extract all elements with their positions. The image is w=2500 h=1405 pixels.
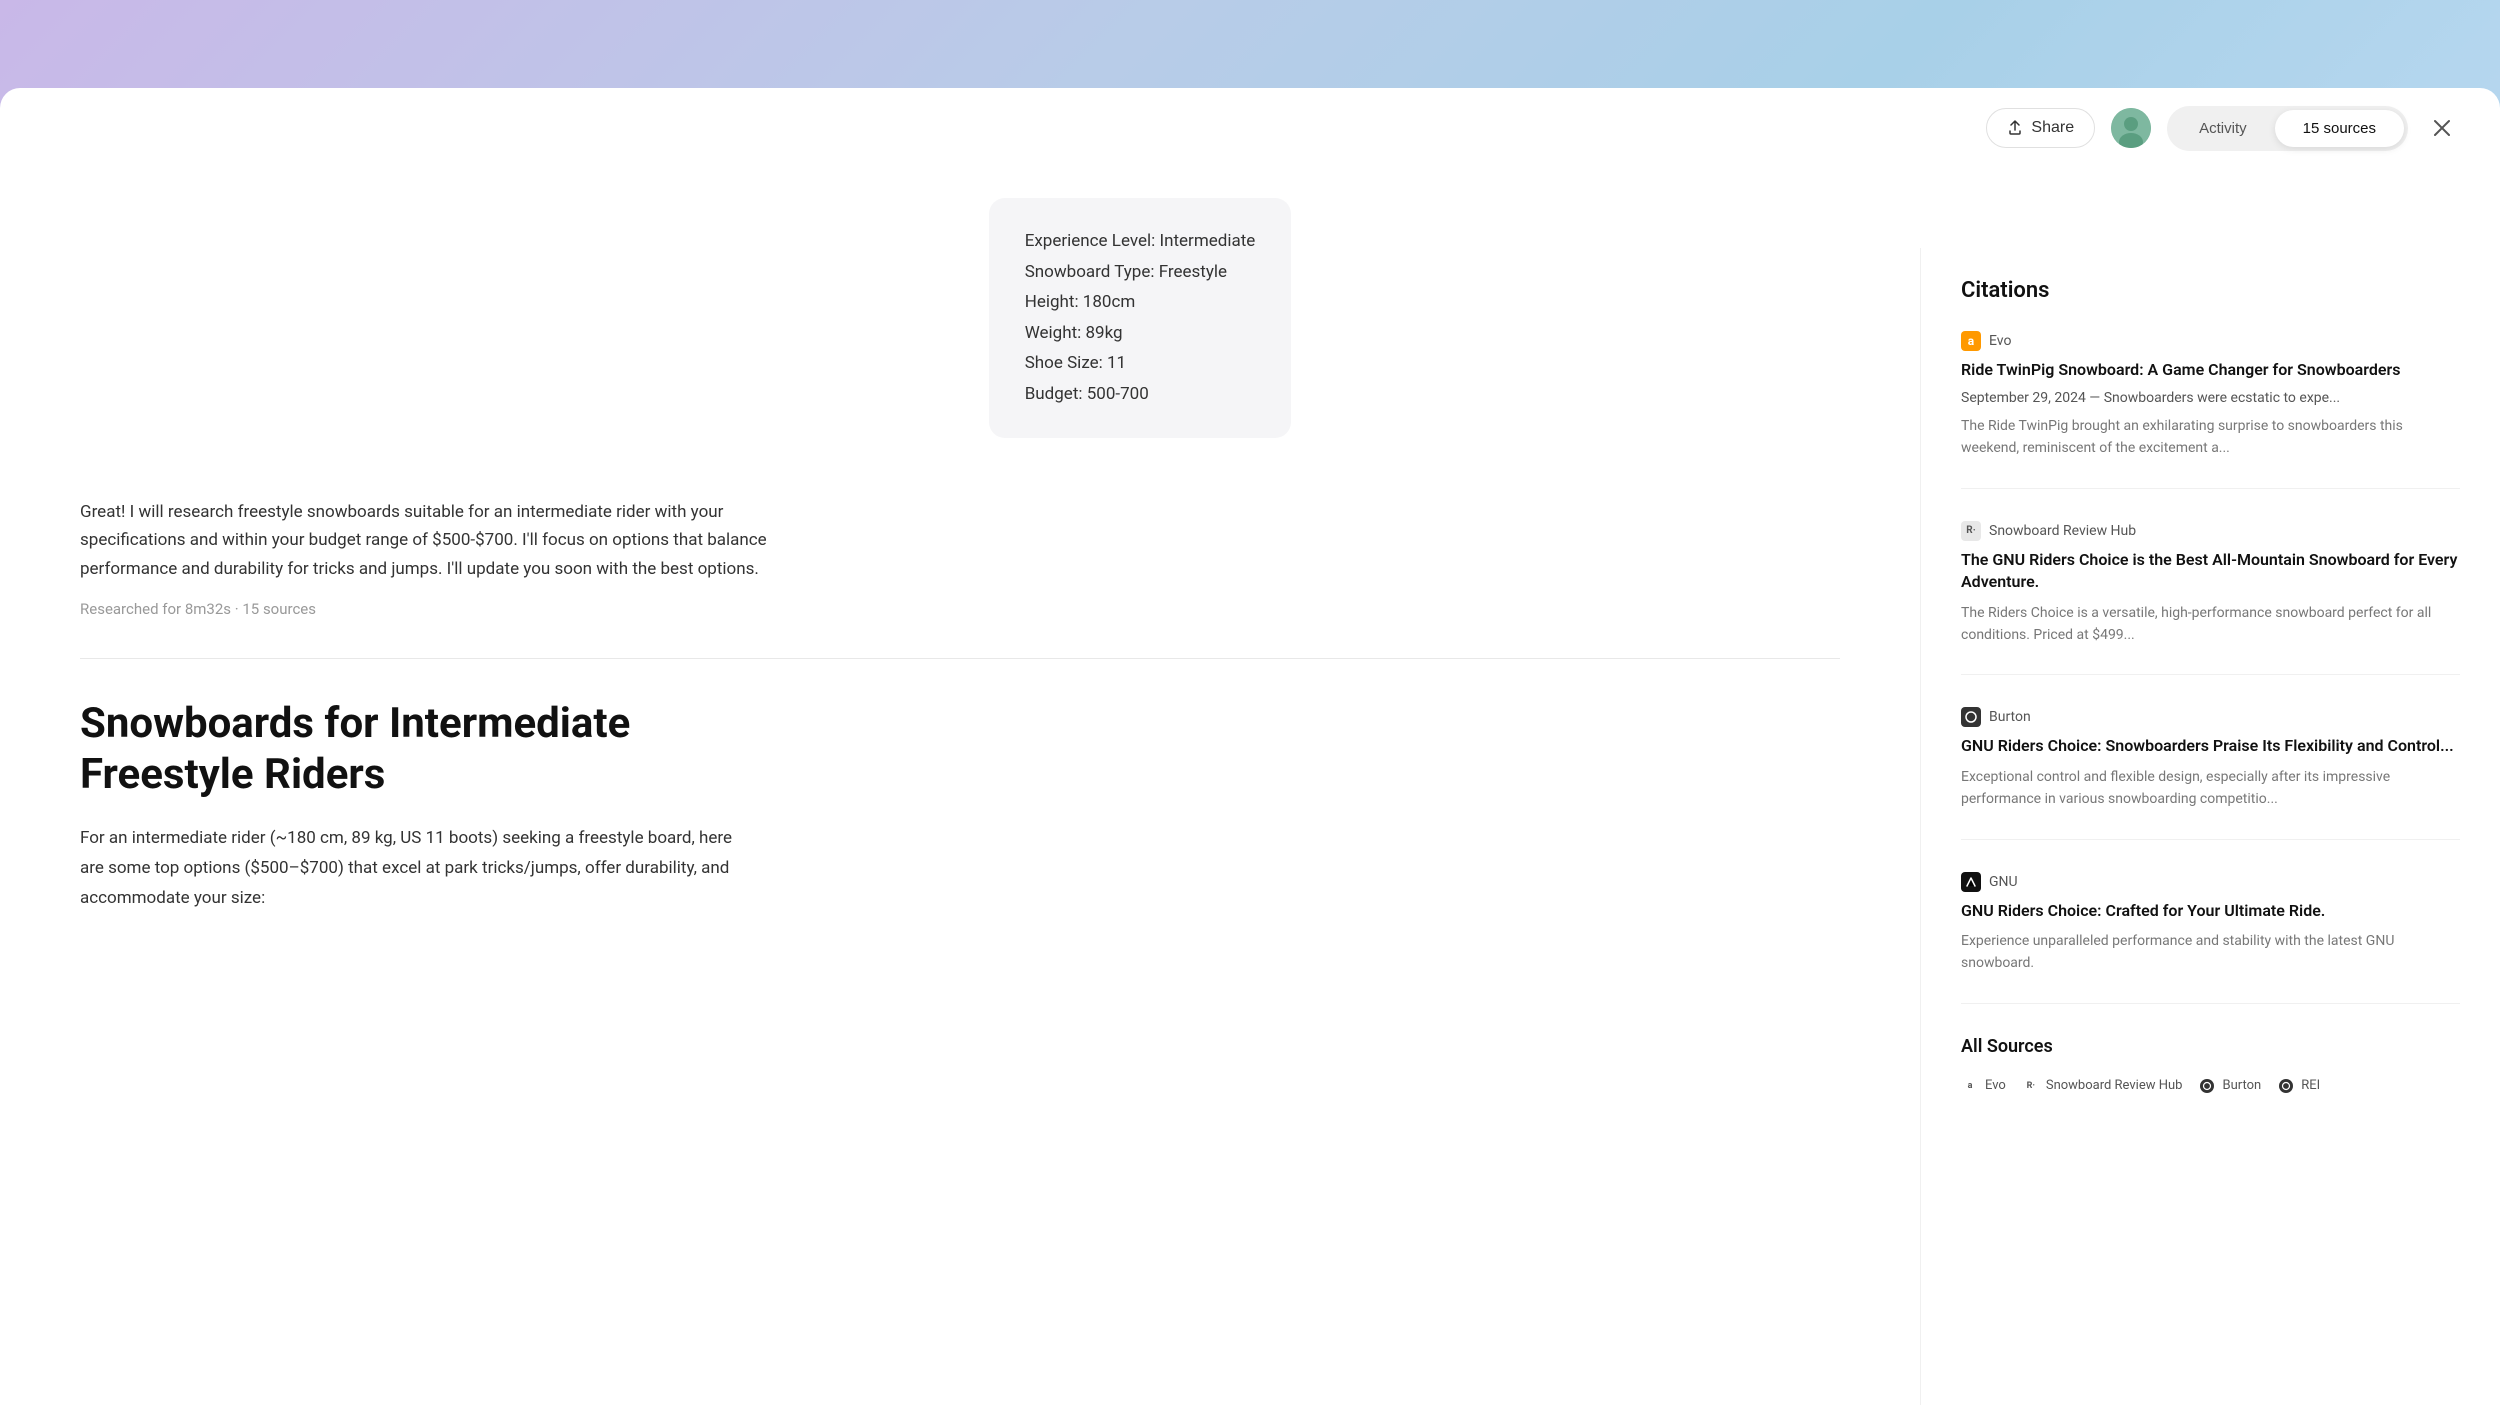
close-icon xyxy=(2433,119,2451,137)
citation-4-snippet: Experience unparalleled performance and … xyxy=(1961,930,2460,975)
citation-1-subheadline: September 29, 2024 — Snowboarders were e… xyxy=(1961,389,2460,409)
review-hub-name: Snowboard Review Hub xyxy=(1989,523,2136,539)
evo-icon: a xyxy=(1968,334,1974,348)
review-hub-logo: R· xyxy=(1961,521,1981,541)
chip-evo-logo: a xyxy=(1961,1077,1979,1095)
right-panel: Citations a Evo Ride TwinPig Snowboard: … xyxy=(1920,248,2500,1405)
citation-source-1: a Evo xyxy=(1961,331,2460,351)
section-divider xyxy=(80,658,1840,659)
sources-tab[interactable]: 15 sources xyxy=(2275,110,2404,147)
citation-item: R· Snowboard Review Hub The GNU Riders C… xyxy=(1961,521,2460,676)
source-chip-review: R· Snowboard Review Hub xyxy=(2022,1077,2183,1095)
chip-rei-logo xyxy=(2277,1077,2295,1095)
article-title: Snowboards for IntermediateFreestyle Rid… xyxy=(80,699,1840,800)
citation-4-headline: GNU Riders Choice: Crafted for Your Ulti… xyxy=(1961,900,2460,922)
share-icon xyxy=(2007,120,2023,136)
citation-source-2: R· Snowboard Review Hub xyxy=(1961,521,2460,541)
spec-budget: Budget: 500-700 xyxy=(1025,379,1256,410)
chip-review-logo: R· xyxy=(2022,1077,2040,1095)
citation-source-4: GNU xyxy=(1961,872,2460,892)
chip-burton-logo xyxy=(2198,1077,2216,1095)
top-bar: Share Activity 15 sources xyxy=(0,88,2500,168)
top-bar-actions: Share Activity 15 sources xyxy=(1986,106,2460,151)
all-sources-title: All Sources xyxy=(1961,1036,2460,1057)
share-button[interactable]: Share xyxy=(1986,108,2095,148)
chip-review-name: Snowboard Review Hub xyxy=(2046,1078,2183,1093)
citation-1-snippet: The Ride TwinPig brought an exhilarating… xyxy=(1961,415,2460,460)
burton-logo xyxy=(1961,707,1981,727)
spec-shoe-value: 11 xyxy=(1107,353,1126,373)
spec-weight-label: Weight: xyxy=(1025,323,1082,343)
spec-experience: Experience Level: Intermediate xyxy=(1025,226,1256,257)
citation-item: GNU GNU Riders Choice: Crafted for Your … xyxy=(1961,872,2460,1004)
spec-height-label: Height: xyxy=(1025,292,1079,312)
spec-budget-value: 500-700 xyxy=(1087,384,1149,404)
citation-3-snippet: Exceptional control and flexible design,… xyxy=(1961,766,2460,811)
research-meta: Researched for 8m32s · 15 sources xyxy=(80,600,1840,618)
gnu-name: GNU xyxy=(1989,874,2018,890)
spec-weight-value: 89kg xyxy=(1085,323,1122,343)
spec-experience-value: Intermediate xyxy=(1159,231,1255,251)
share-label: Share xyxy=(2031,119,2074,137)
spec-shoe: Shoe Size: 11 xyxy=(1025,348,1256,379)
main-card: Share Activity 15 sources xyxy=(0,88,2500,1405)
citation-item: Burton GNU Riders Choice: Snowboarders P… xyxy=(1961,707,2460,839)
spec-shoe-label: Shoe Size: xyxy=(1025,353,1103,373)
article-intro: For an intermediate rider (~180 cm, 89 k… xyxy=(80,824,740,913)
research-response-text: Great! I will research freestyle snowboa… xyxy=(80,498,800,585)
evo-logo: a xyxy=(1961,331,1981,351)
citations-title: Citations xyxy=(1961,278,2460,303)
activity-tab[interactable]: Activity xyxy=(2171,110,2275,147)
spec-budget-label: Budget: xyxy=(1025,384,1083,404)
all-sources-row: a Evo R· Snowboard Review Hub Burton xyxy=(1961,1077,2460,1095)
citation-1-headline: Ride TwinPig Snowboard: A Game Changer f… xyxy=(1961,359,2460,381)
spec-weight: Weight: 89kg xyxy=(1025,318,1256,349)
burton-icon xyxy=(1962,708,1980,726)
chip-rei-icon xyxy=(2279,1079,2293,1093)
main-content: Experience Level: Intermediate Snowboard… xyxy=(0,168,1920,1405)
close-button[interactable] xyxy=(2424,110,2460,146)
burton-name: Burton xyxy=(1989,709,2031,725)
chip-burton-name: Burton xyxy=(2222,1078,2261,1093)
specs-card: Experience Level: Intermediate Snowboard… xyxy=(989,198,1292,438)
spec-height: Height: 180cm xyxy=(1025,287,1256,318)
citation-item: a Evo Ride TwinPig Snowboard: A Game Cha… xyxy=(1961,331,2460,489)
gnu-icon xyxy=(1962,873,1980,891)
citation-source-3: Burton xyxy=(1961,707,2460,727)
chip-evo-name: Evo xyxy=(1985,1078,2006,1093)
chip-burton-icon xyxy=(2200,1079,2214,1093)
evo-name: Evo xyxy=(1989,333,2011,349)
citation-3-headline: GNU Riders Choice: Snowboarders Praise I… xyxy=(1961,735,2460,757)
tab-group: Activity 15 sources xyxy=(2167,106,2408,151)
spec-snowboard-type: Snowboard Type: Freestyle xyxy=(1025,257,1256,288)
source-chip-burton: Burton xyxy=(2198,1077,2261,1095)
citation-2-snippet: The Riders Choice is a versatile, high-p… xyxy=(1961,602,2460,647)
source-chip-rei: REI xyxy=(2277,1077,2320,1095)
citation-2-headline: The GNU Riders Choice is the Best All-Mo… xyxy=(1961,549,2460,594)
source-chip-evo: a Evo xyxy=(1961,1077,2006,1095)
review-icon: R· xyxy=(1966,525,1975,536)
spec-height-value: 180cm xyxy=(1083,292,1135,312)
spec-experience-label: Experience Level: xyxy=(1025,231,1156,251)
avatar[interactable] xyxy=(2111,108,2151,148)
gnu-logo xyxy=(1961,872,1981,892)
spec-type-value: Freestyle xyxy=(1159,262,1227,282)
spec-type-label: Snowboard Type: xyxy=(1025,262,1155,282)
chip-rei-name: REI xyxy=(2301,1078,2320,1093)
